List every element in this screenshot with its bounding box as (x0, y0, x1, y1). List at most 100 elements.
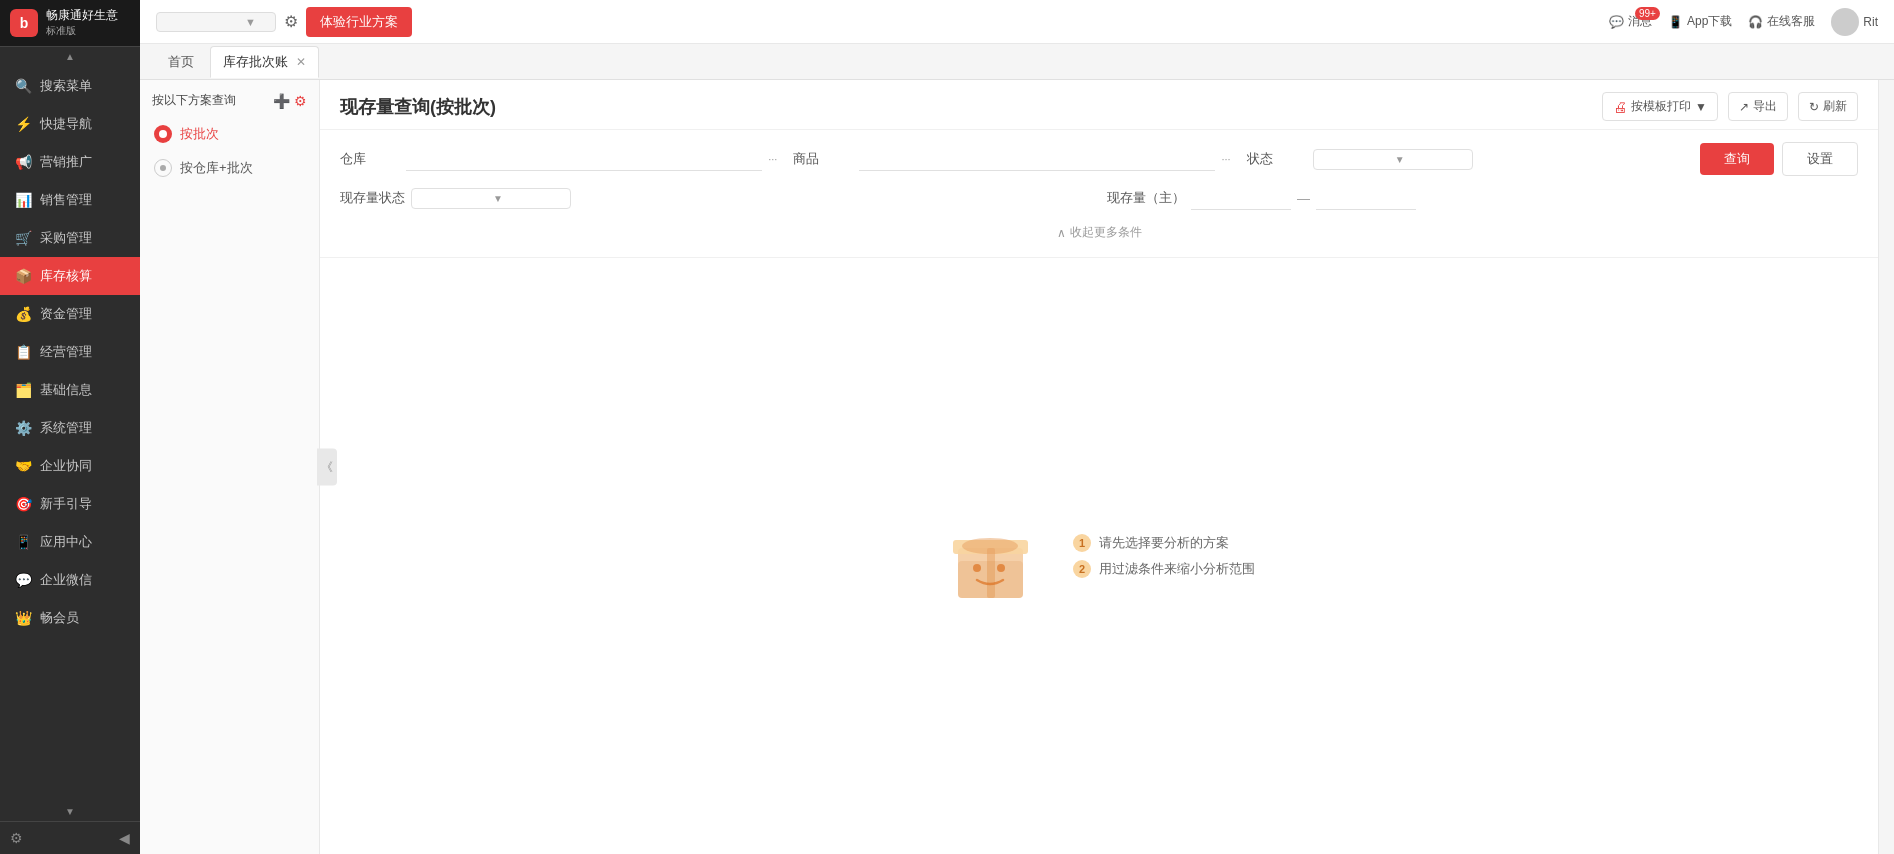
user-group[interactable]: Rit (1831, 8, 1878, 36)
topbar-search-group[interactable]: ▼ (156, 12, 276, 32)
topbar-dropdown-arrow[interactable]: ▼ (245, 16, 256, 28)
sidebar-item-system[interactable]: ⚙️ 系统管理 (0, 409, 140, 447)
sidebar-item-operation[interactable]: 📋 经营管理 (0, 333, 140, 371)
filter-warehouse-batch-icon (154, 159, 172, 177)
sidebar-item-label: 畅会员 (40, 609, 79, 627)
app-version: 标准版 (46, 24, 118, 38)
online-service-group[interactable]: 🎧 在线客服 (1748, 13, 1815, 30)
tab-inventory-batch-label: 库存批次账 (223, 53, 288, 71)
settings-icon[interactable]: ⚙ (10, 830, 23, 846)
filter-item-batch[interactable]: 按批次 (140, 117, 319, 151)
sidebar-item-inventory[interactable]: 📦 库存核算 (0, 257, 140, 295)
filter-add-icon[interactable]: ➕ (273, 93, 290, 109)
inventory-qty-min-input[interactable] (1191, 186, 1291, 210)
app-logo: b (10, 9, 38, 37)
print-template-button[interactable]: 🖨 按模板打印 ▼ (1602, 92, 1718, 121)
tab-home-label: 首页 (168, 53, 194, 71)
sidebar-item-label: 经营管理 (40, 343, 92, 361)
empty-hints: 1 请先选择要分析的方案 2 用过滤条件来缩小分析范围 (1073, 534, 1255, 578)
sidebar-item-enterprise[interactable]: 🤝 企业协同 (0, 447, 140, 485)
messages-badge: 99+ (1635, 7, 1660, 20)
avatar (1831, 8, 1859, 36)
sidebar-item-basic[interactable]: 🗂️ 基础信息 (0, 371, 140, 409)
filter-warehouse-batch-label: 按仓库+批次 (180, 159, 253, 177)
experience-button[interactable]: 体验行业方案 (306, 7, 412, 37)
collapse-more-btn[interactable]: ∧ 收起更多条件 (340, 220, 1858, 245)
status-label: 状态 (1247, 150, 1307, 168)
sidebar-item-wxenterprise[interactable]: 💬 企业微信 (0, 561, 140, 599)
print-dropdown-arrow[interactable]: ▼ (1695, 100, 1707, 114)
page-header: 现存量查询(按批次) 🖨 按模板打印 ▼ ↗ 导出 ↻ 刷新 (320, 80, 1878, 130)
product-field: 商品 ··· (793, 147, 1230, 171)
sidebar-item-label: 系统管理 (40, 419, 92, 437)
sidebar-item-quicknav[interactable]: ⚡ 快捷导航 (0, 105, 140, 143)
hint-text-2: 用过滤条件来缩小分析范围 (1099, 560, 1255, 578)
sidebar-item-label: 库存核算 (40, 267, 92, 285)
inventory-qty-max-input[interactable] (1316, 186, 1416, 210)
warehouse-label: 仓库 (340, 150, 400, 168)
filter-panel-actions: ➕ ⚙ (273, 93, 307, 109)
product-label: 商品 (793, 150, 853, 168)
flash-icon: ⚡ (14, 115, 32, 133)
query-row-2: 现存量状态 ▼ 现存量（主） — (340, 186, 1858, 210)
topbar-gear-icon[interactable]: ⚙ (284, 12, 298, 31)
clipboard-icon: 📋 (14, 343, 32, 361)
collapse-sidebar-icon[interactable]: ◀ (119, 830, 130, 846)
hint-num-1: 1 (1073, 534, 1091, 552)
inventory-qty-field: 现存量（主） — (1107, 186, 1858, 210)
query-button[interactable]: 查询 (1700, 143, 1774, 175)
phone-icon: 📱 (1668, 15, 1683, 29)
filter-panel-collapse-button[interactable]: 《 (317, 449, 337, 486)
warehouse-field: 仓库 ··· (340, 147, 777, 171)
inventory-status-dropdown[interactable]: ▼ (411, 188, 571, 209)
cart-icon: 🛒 (14, 229, 32, 247)
export-button[interactable]: ↗ 导出 (1728, 92, 1788, 121)
svg-point-1 (160, 165, 166, 171)
refresh-label: 刷新 (1823, 98, 1847, 115)
messages-group[interactable]: 💬 消息 99+ (1609, 13, 1652, 30)
filter-settings-icon[interactable]: ⚙ (294, 93, 307, 109)
sidebar-item-purchase[interactable]: 🛒 采购管理 (0, 219, 140, 257)
sidebar-item-label: 新手引导 (40, 495, 92, 513)
tabbar: 首页 库存批次账 ✕ (140, 44, 1894, 80)
hint-num-2: 2 (1073, 560, 1091, 578)
empty-illustration (943, 506, 1043, 606)
sidebar: b 畅康通好生意 标准版 ▲ 🔍 搜索菜单 ⚡ 快捷导航 📢 营销推广 📊 销售… (0, 0, 140, 854)
sidebar-item-member[interactable]: 👑 畅会员 (0, 599, 140, 637)
sidebar-item-appcenter[interactable]: 📱 应用中心 (0, 523, 140, 561)
sidebar-item-search[interactable]: 🔍 搜索菜单 (0, 67, 140, 105)
mobile-icon: 📱 (14, 533, 32, 551)
topbar-search-input[interactable] (165, 15, 245, 29)
product-input[interactable] (859, 147, 1215, 171)
warehouse-input[interactable] (406, 147, 762, 171)
box-icon: 📦 (14, 267, 32, 285)
settings-button[interactable]: 设置 (1782, 142, 1858, 176)
sidebar-header: b 畅康通好生意 标准版 (0, 0, 140, 47)
sidebar-item-marketing[interactable]: 📢 营销推广 (0, 143, 140, 181)
sidebar-scroll-up[interactable]: ▲ (0, 47, 140, 67)
tab-inventory-batch[interactable]: 库存批次账 ✕ (210, 46, 319, 78)
chart-icon: 📊 (14, 191, 32, 209)
filter-item-warehouse-batch[interactable]: 按仓库+批次 (140, 151, 319, 185)
sidebar-item-finance[interactable]: 💰 资金管理 (0, 295, 140, 333)
product-more[interactable]: ··· (1221, 153, 1230, 165)
status-dropdown[interactable]: ▼ (1313, 149, 1473, 170)
refresh-button[interactable]: ↻ 刷新 (1798, 92, 1858, 121)
sidebar-scroll-down[interactable]: ▼ (0, 801, 140, 821)
app-download-group[interactable]: 📱 App下载 (1668, 13, 1732, 30)
empty-hint-1: 1 请先选择要分析的方案 (1073, 534, 1255, 552)
refresh-icon: ↻ (1809, 100, 1819, 114)
right-scrollbar (1878, 80, 1894, 854)
sidebar-item-newbie[interactable]: 🎯 新手引导 (0, 485, 140, 523)
filter-panel-header: 按以下方案查询 ➕ ⚙ (140, 92, 319, 117)
inventory-status-label: 现存量状态 (340, 189, 405, 207)
sidebar-item-label: 快捷导航 (40, 115, 92, 133)
warehouse-more[interactable]: ··· (768, 153, 777, 165)
username-label: Rit (1863, 15, 1878, 29)
sidebar-item-sales[interactable]: 📊 销售管理 (0, 181, 140, 219)
tab-home[interactable]: 首页 (156, 47, 206, 77)
sidebar-item-label: 采购管理 (40, 229, 92, 247)
sidebar-item-label: 应用中心 (40, 533, 92, 551)
tab-close-icon[interactable]: ✕ (296, 55, 306, 69)
page-actions: 🖨 按模板打印 ▼ ↗ 导出 ↻ 刷新 (1602, 92, 1858, 121)
